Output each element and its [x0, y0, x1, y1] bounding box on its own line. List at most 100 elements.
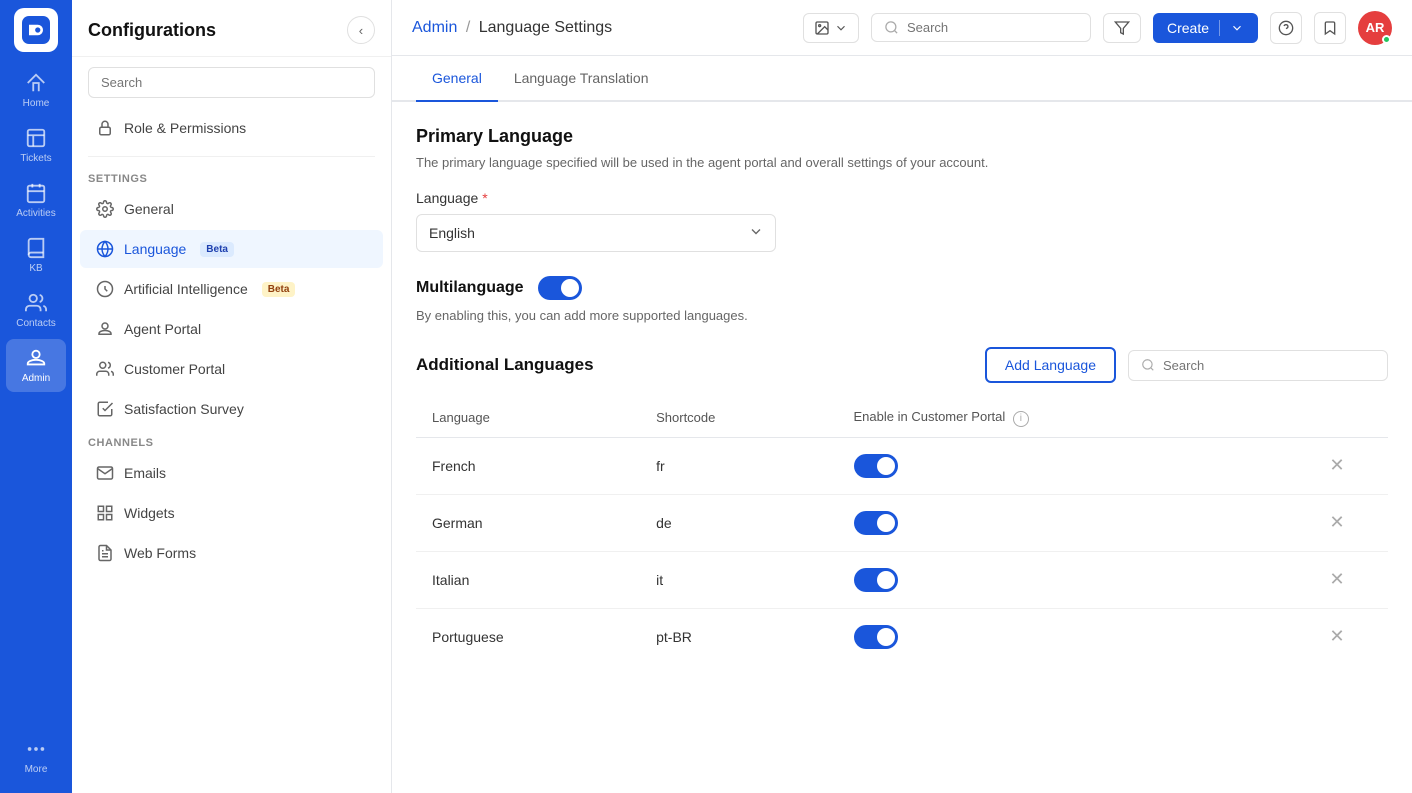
lang-name-1: German — [416, 494, 640, 551]
breadcrumb-admin[interactable]: Admin — [412, 19, 457, 36]
search-icon — [884, 20, 899, 35]
search-icon-lang — [1141, 358, 1155, 372]
lang-remove-cell-0: ✕ — [1286, 437, 1388, 494]
topbar: Admin / Language Settings Create AR — [392, 0, 1412, 56]
topbar-search-container — [871, 13, 1091, 42]
sidebar-item-web-forms[interactable]: Web Forms — [80, 534, 383, 572]
help-button[interactable] — [1270, 12, 1302, 44]
create-button[interactable]: Create — [1153, 13, 1258, 43]
table-row: Portuguese pt-BR ✕ — [416, 608, 1388, 665]
lang-toggle-0[interactable] — [854, 454, 898, 478]
add-language-button[interactable]: Add Language — [985, 347, 1116, 383]
nav-item-home[interactable]: Home — [6, 64, 66, 117]
user-avatar[interactable]: AR — [1358, 11, 1392, 45]
media-type-button[interactable] — [803, 13, 859, 43]
col-customer-portal: Enable in Customer Portal i — [838, 399, 1287, 437]
language-beta-badge: Beta — [200, 242, 234, 257]
toggle-knob-1 — [877, 514, 895, 532]
bookmark-icon — [1322, 20, 1338, 36]
sidebar-search-input[interactable] — [88, 67, 375, 98]
app-logo[interactable] — [14, 8, 58, 52]
lang-toggle-2[interactable] — [854, 568, 898, 592]
additional-languages-section: Additional Languages Add Language Langua… — [416, 347, 1388, 665]
toggle-knob-2 — [877, 571, 895, 589]
lang-toggle-cell-0 — [838, 437, 1287, 494]
languages-table-head: Language Shortcode Enable in Customer Po… — [416, 399, 1388, 437]
nav-item-more[interactable]: More — [6, 730, 66, 783]
sidebar-item-satisfaction-survey[interactable]: Satisfaction Survey — [80, 390, 383, 428]
lang-name-0: French — [416, 437, 640, 494]
email-icon — [96, 464, 114, 482]
survey-icon — [96, 400, 114, 418]
toggle-knob — [561, 279, 579, 297]
lang-remove-cell-1: ✕ — [1286, 494, 1388, 551]
sidebar-divider-1 — [88, 156, 375, 157]
table-row: Italian it ✕ — [416, 551, 1388, 608]
sidebar-item-customer-portal[interactable]: Customer Portal — [80, 350, 383, 388]
lang-remove-button-2[interactable]: ✕ — [1302, 569, 1372, 590]
additional-languages-search — [1128, 350, 1388, 381]
primary-language-desc: The primary language specified will be u… — [416, 155, 1388, 170]
nav-item-admin[interactable]: Admin — [6, 339, 66, 392]
tab-general[interactable]: General — [416, 56, 498, 102]
sidebar-item-general[interactable]: General — [80, 190, 383, 228]
lang-remove-button-3[interactable]: ✕ — [1302, 626, 1372, 647]
breadcrumb: Admin / Language Settings — [412, 19, 612, 37]
multilanguage-toggle[interactable] — [538, 276, 582, 300]
help-icon — [1278, 20, 1294, 36]
col-language: Language — [416, 399, 640, 437]
required-star: * — [482, 190, 487, 206]
lang-shortcode-0: fr — [640, 437, 837, 494]
sidebar-item-agent-portal[interactable]: Agent Portal — [80, 310, 383, 348]
additional-languages-search-input[interactable] — [1163, 358, 1375, 373]
content-tabs: General Language Translation — [392, 56, 1412, 102]
sidebar: Configurations ‹ Role & Permissions SETT… — [72, 0, 392, 793]
multilanguage-desc: By enabling this, you can add more suppo… — [416, 308, 1388, 323]
sidebar-item-role-permissions[interactable]: Role & Permissions — [80, 109, 383, 147]
primary-language-title: Primary Language — [416, 126, 1388, 147]
table-row: German de ✕ — [416, 494, 1388, 551]
multilanguage-label: Multilanguage — [416, 279, 524, 297]
lang-remove-button-1[interactable]: ✕ — [1302, 512, 1372, 533]
toggle-knob-0 — [877, 457, 895, 475]
sidebar-item-emails[interactable]: Emails — [80, 454, 383, 492]
bookmark-button[interactable] — [1314, 12, 1346, 44]
lang-remove-cell-3: ✕ — [1286, 608, 1388, 665]
info-icon[interactable]: i — [1013, 411, 1029, 427]
nav-item-kb[interactable]: KB — [6, 229, 66, 282]
gear-icon — [96, 200, 114, 218]
create-chevron-down-icon — [1230, 21, 1244, 35]
image-icon — [814, 20, 830, 36]
filter-button[interactable] — [1103, 13, 1141, 43]
sidebar-collapse-button[interactable]: ‹ — [347, 16, 375, 44]
table-header-row: Language Shortcode Enable in Customer Po… — [416, 399, 1388, 437]
widget-icon — [96, 504, 114, 522]
lang-name-2: Italian — [416, 551, 640, 608]
ai-beta-badge: Beta — [262, 282, 296, 297]
lang-toggle-1[interactable] — [854, 511, 898, 535]
additional-languages-title: Additional Languages — [416, 355, 973, 375]
nav-item-contacts[interactable]: Contacts — [6, 284, 66, 337]
lang-toggle-cell-1 — [838, 494, 1287, 551]
lang-shortcode-1: de — [640, 494, 837, 551]
lang-toggle-3[interactable] — [854, 625, 898, 649]
nav-item-tickets[interactable]: Tickets — [6, 119, 66, 172]
form-icon — [96, 544, 114, 562]
sidebar-item-widgets[interactable]: Widgets — [80, 494, 383, 532]
tab-language-translation[interactable]: Language Translation — [498, 56, 665, 102]
sidebar-item-language[interactable]: Language Beta — [80, 230, 383, 268]
online-status-dot — [1382, 35, 1391, 44]
topbar-search-input[interactable] — [907, 20, 1078, 35]
content-area: General Language Translation Primary Lan… — [392, 56, 1412, 793]
breadcrumb-sep: / — [466, 19, 470, 36]
nav-item-activities[interactable]: Activities — [6, 174, 66, 227]
channels-section-label: CHANNELS — [72, 429, 391, 453]
lang-name-3: Portuguese — [416, 608, 640, 665]
language-select[interactable]: English French German Spanish Italian Po… — [416, 214, 776, 252]
sidebar-item-ai[interactable]: Artificial Intelligence Beta — [80, 270, 383, 308]
lang-remove-button-0[interactable]: ✕ — [1302, 455, 1372, 476]
agent-icon — [96, 320, 114, 338]
filter-icon — [1114, 20, 1130, 36]
lang-toggle-cell-2 — [838, 551, 1287, 608]
sidebar-header: Configurations ‹ — [72, 0, 391, 57]
